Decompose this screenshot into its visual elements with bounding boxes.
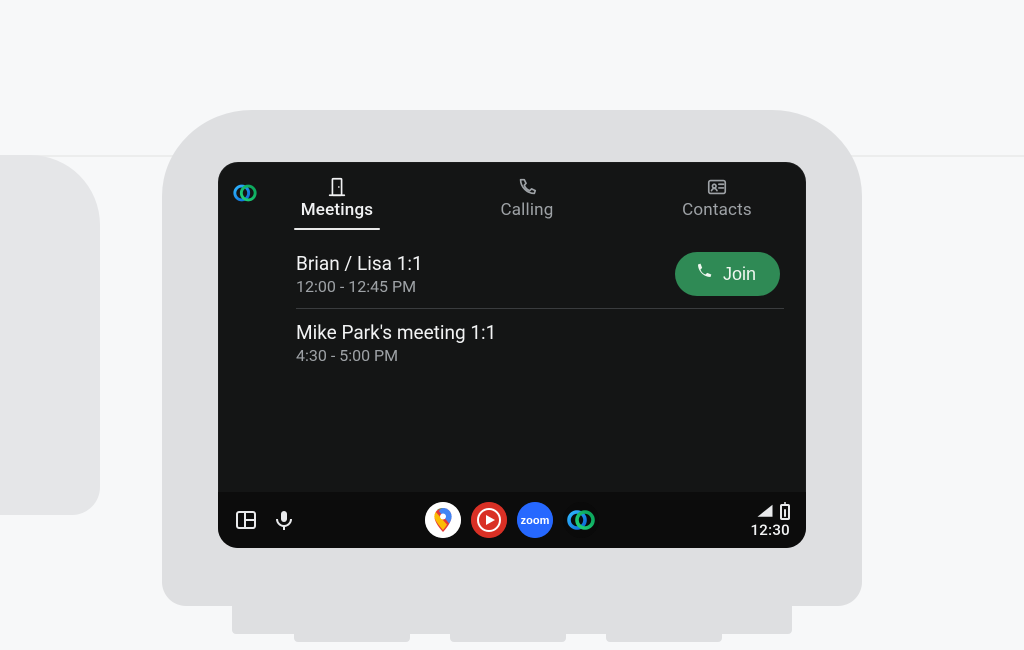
- phone-outline-icon: [516, 176, 538, 198]
- dock-app-webex[interactable]: [563, 502, 599, 538]
- door-icon: [326, 176, 348, 198]
- dock-app-google-maps[interactable]: [425, 502, 461, 538]
- tab-calling-label: Calling: [500, 200, 553, 220]
- join-button-label: Join: [723, 264, 756, 285]
- battery-icon: [780, 504, 790, 520]
- meetings-list: Brian / Lisa 1:1 12:00 - 12:45 PM Join M…: [218, 230, 806, 377]
- status-time: 12:30: [750, 523, 790, 538]
- tab-meetings[interactable]: Meetings: [282, 176, 392, 230]
- webex-logo-icon: [232, 180, 258, 206]
- background-device-silhouette: [0, 155, 100, 515]
- tab-calling[interactable]: Calling: [472, 176, 582, 230]
- meeting-title: Brian / Lisa 1:1: [296, 252, 423, 275]
- screen: Meetings Calling: [218, 162, 806, 548]
- join-button[interactable]: Join: [675, 252, 780, 296]
- meeting-item[interactable]: Brian / Lisa 1:1 12:00 - 12:45 PM Join: [296, 240, 784, 308]
- svg-text:zoom: zoom: [521, 515, 550, 527]
- top-tabs: Meetings Calling: [218, 162, 806, 230]
- tab-contacts-label: Contacts: [682, 200, 752, 220]
- status-cluster: 12:30: [750, 502, 790, 538]
- meeting-title: Mike Park's meeting 1:1: [296, 321, 496, 344]
- dock-app-youtube-music[interactable]: [471, 502, 507, 538]
- tab-meetings-label: Meetings: [301, 200, 374, 220]
- system-bar: zoom: [218, 492, 806, 548]
- car-display-device: Meetings Calling: [162, 110, 862, 606]
- dock-app-zoom[interactable]: zoom: [517, 502, 553, 538]
- app-dock: zoom: [425, 502, 599, 538]
- phone-fill-icon: [693, 262, 713, 287]
- meeting-time: 12:00 - 12:45 PM: [296, 277, 423, 296]
- signal-icon: [756, 502, 774, 521]
- mic-icon[interactable]: [272, 508, 296, 532]
- contact-card-icon: [706, 176, 728, 198]
- meeting-item[interactable]: Mike Park's meeting 1:1 4:30 - 5:00 PM: [296, 308, 784, 377]
- layout-icon[interactable]: [234, 508, 258, 532]
- tab-contacts[interactable]: Contacts: [662, 176, 772, 230]
- meeting-time: 4:30 - 5:00 PM: [296, 346, 496, 365]
